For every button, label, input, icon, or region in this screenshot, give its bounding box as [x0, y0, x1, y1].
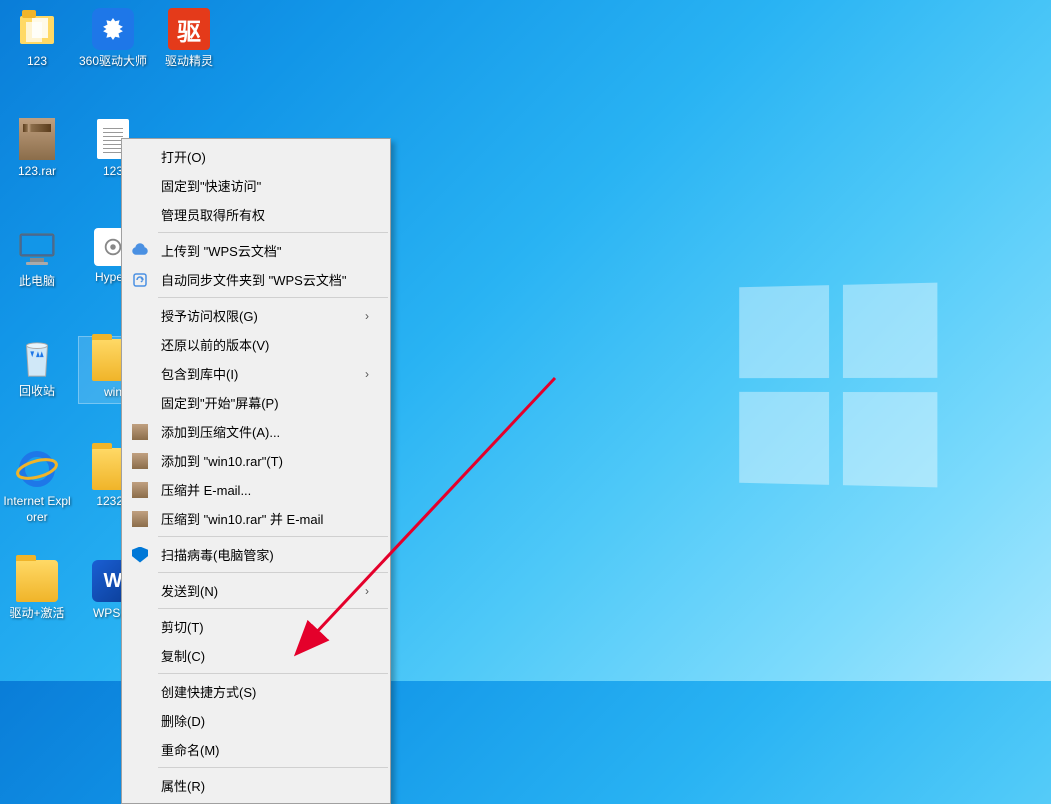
rar-archive-icon [16, 118, 58, 160]
rar-icon [131, 481, 149, 499]
label: 压缩并 E-mail... [161, 480, 251, 499]
label: 自动同步文件夹到 "WPS云文档" [161, 270, 346, 289]
menu-add-to-archive[interactable]: 添加到压缩文件(A)... [123, 417, 389, 446]
internet-explorer-icon [16, 448, 58, 490]
label: 复制(C) [161, 646, 205, 665]
menu-delete[interactable]: 删除(D) [123, 706, 389, 735]
desktop-icon-recycle-bin[interactable]: 回收站 [2, 338, 72, 400]
icon-label: 123 [103, 164, 123, 180]
menu-pin-start[interactable]: 固定到"开始"屏幕(P) [123, 388, 389, 417]
label: 固定到"开始"屏幕(P) [161, 393, 279, 412]
menu-separator [158, 608, 388, 609]
desktop-icon-driver-genius[interactable]: 驱 驱动精灵 [154, 8, 224, 70]
folder-icon [16, 560, 58, 602]
desktop-icon-this-pc[interactable]: 此电脑 [2, 228, 72, 290]
label: 授予访问权限(G) [161, 306, 258, 325]
chevron-right-icon: › [365, 309, 369, 323]
menu-compress-email[interactable]: 压缩并 E-mail... [123, 475, 389, 504]
label: 属性(R) [161, 776, 205, 795]
label: 固定到"快速访问" [161, 176, 261, 195]
desktop-icon-123-folder[interactable]: 123 [2, 8, 72, 70]
menu-open[interactable]: 打开(O) [123, 142, 389, 171]
menu-rename[interactable]: 重命名(M) [123, 735, 389, 764]
menu-send-to[interactable]: 发送到(N) › [123, 576, 389, 605]
menu-separator [158, 297, 388, 298]
icon-label: 此电脑 [19, 274, 55, 290]
menu-upload-wps[interactable]: 上传到 "WPS云文档" [123, 236, 389, 265]
menu-separator [158, 232, 388, 233]
menu-separator [158, 767, 388, 768]
sync-icon [131, 271, 149, 289]
label: 添加到压缩文件(A)... [161, 422, 280, 441]
icon-label: 驱动+激活 [9, 606, 64, 622]
icon-label: 360驱动大师 [79, 54, 147, 70]
icon-label: 驱动精灵 [165, 54, 213, 70]
label: 管理员取得所有权 [161, 205, 265, 224]
icon-label: win [104, 385, 122, 401]
menu-cut[interactable]: 剪切(T) [123, 612, 389, 641]
label: 还原以前的版本(V) [161, 335, 269, 354]
chevron-right-icon: › [365, 584, 369, 598]
label: 添加到 "win10.rar"(T) [161, 451, 283, 470]
icon-label: 123 [27, 54, 47, 70]
menu-restore-previous[interactable]: 还原以前的版本(V) [123, 330, 389, 359]
menu-separator [158, 536, 388, 537]
desktop-background[interactable]: 123 360驱动大师 驱 驱动精灵 123.rar 123 此电脑 [0, 0, 1051, 681]
shield-icon [131, 546, 149, 564]
desktop-icon-ie[interactable]: Internet Explorer [2, 448, 72, 525]
menu-admin-ownership[interactable]: 管理员取得所有权 [123, 200, 389, 229]
desktop-icon-123-rar[interactable]: 123.rar [2, 118, 72, 180]
cloud-upload-icon [131, 242, 149, 260]
desktop-icon-360-driver[interactable]: 360驱动大师 [78, 8, 148, 70]
monitor-icon [16, 228, 58, 270]
label: 压缩到 "win10.rar" 并 E-mail [161, 509, 323, 528]
icon-label: 回收站 [19, 384, 55, 400]
rar-icon [131, 510, 149, 528]
menu-separator [158, 673, 388, 674]
windows-logo-wallpaper [739, 283, 937, 488]
menu-pin-quick-access[interactable]: 固定到"快速访问" [123, 171, 389, 200]
label: 删除(D) [161, 711, 205, 730]
label: 重命名(M) [161, 740, 220, 759]
menu-scan-virus[interactable]: 扫描病毒(电脑管家) [123, 540, 389, 569]
rar-icon [131, 423, 149, 441]
label: 打开(O) [161, 147, 206, 166]
menu-copy[interactable]: 复制(C) [123, 641, 389, 670]
desktop-icon-driver-activate[interactable]: 驱动+激活 [2, 560, 72, 622]
menu-sync-wps[interactable]: 自动同步文件夹到 "WPS云文档" [123, 265, 389, 294]
recycle-bin-icon [16, 338, 58, 380]
chevron-right-icon: › [365, 367, 369, 381]
label: 包含到库中(I) [161, 364, 238, 383]
menu-grant-access[interactable]: 授予访问权限(G) › [123, 301, 389, 330]
menu-separator [158, 572, 388, 573]
label: 发送到(N) [161, 581, 218, 600]
context-menu: 打开(O) 固定到"快速访问" 管理员取得所有权 上传到 "WPS云文档" 自动… [121, 138, 391, 804]
label: 创建快捷方式(S) [161, 682, 256, 701]
menu-create-shortcut[interactable]: 创建快捷方式(S) [123, 677, 389, 706]
label: 剪切(T) [161, 617, 204, 636]
folder-docs-icon [16, 8, 58, 50]
icon-label: Internet Explorer [2, 494, 72, 525]
icon-label: 123.rar [18, 164, 56, 180]
label: 上传到 "WPS云文档" [161, 241, 281, 260]
menu-add-to-win10-rar[interactable]: 添加到 "win10.rar"(T) [123, 446, 389, 475]
red-驱-icon: 驱 [168, 8, 210, 50]
blue-gear-app-icon [92, 8, 134, 50]
menu-compress-rar-email[interactable]: 压缩到 "win10.rar" 并 E-mail [123, 504, 389, 533]
rar-icon [131, 452, 149, 470]
label: 扫描病毒(电脑管家) [161, 545, 274, 564]
menu-properties[interactable]: 属性(R) [123, 771, 389, 800]
menu-include-library[interactable]: 包含到库中(I) › [123, 359, 389, 388]
